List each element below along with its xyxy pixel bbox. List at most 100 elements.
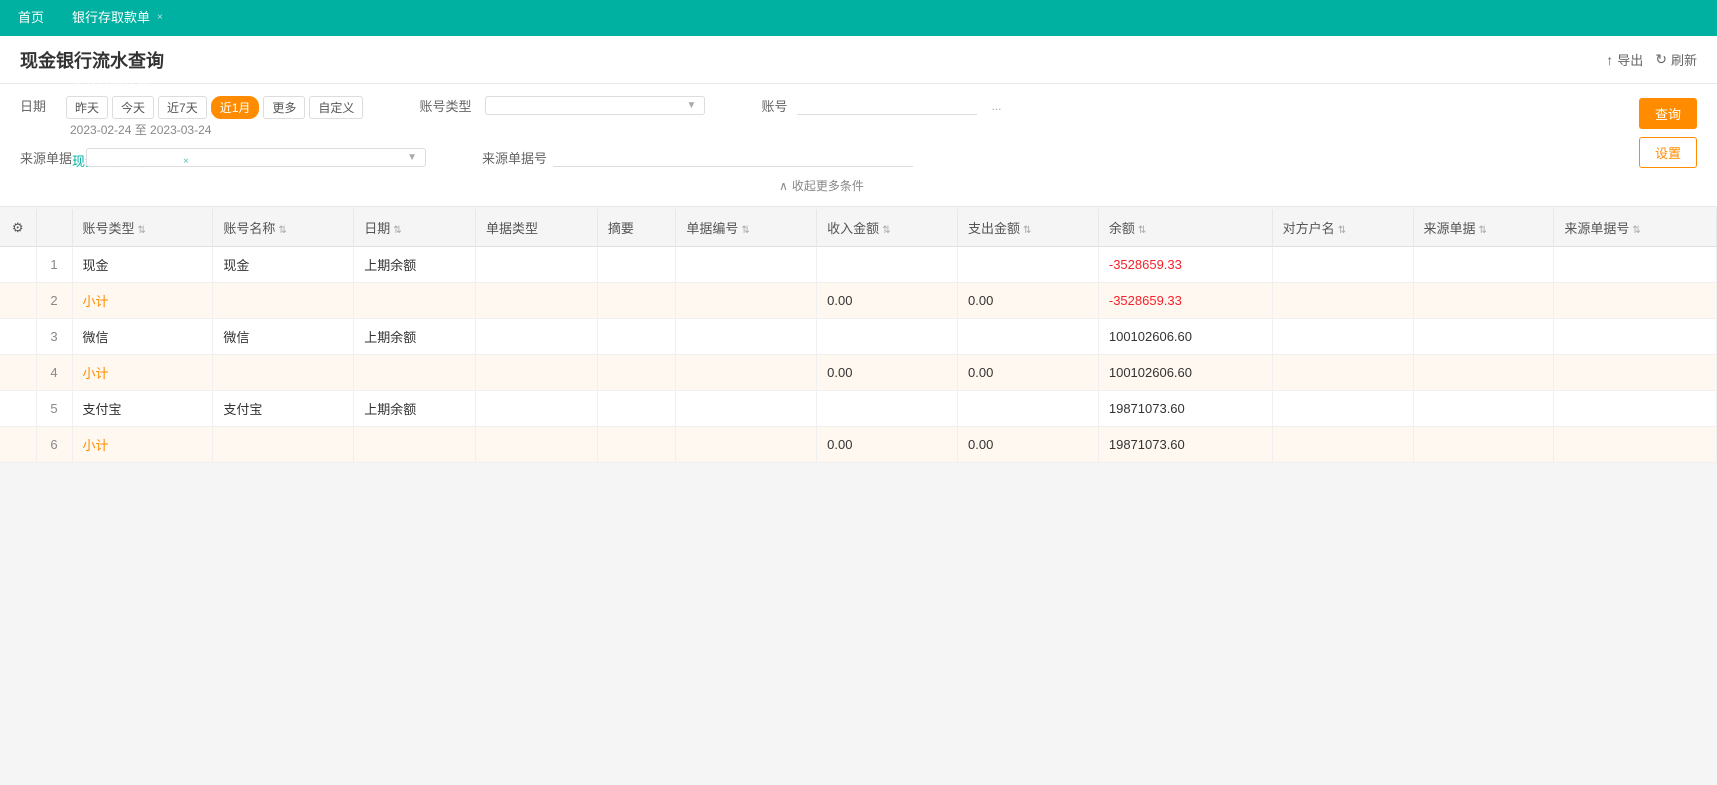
cell-summary	[597, 355, 675, 391]
account-type-select[interactable]: ▼	[485, 96, 705, 115]
header-actions: ↑ 导出 ↻ 刷新	[1606, 50, 1697, 69]
cell-date: 上期余额	[354, 391, 476, 427]
cell-account_type: 支付宝	[72, 391, 213, 427]
close-icon[interactable]: ×	[157, 108, 163, 144]
top-nav: 首页 收款单×付款单×其他收入单×应收应付调整单×银行存取款单×预收冲应收单×收…	[0, 0, 1717, 36]
cell-expense: 0.00	[958, 355, 1099, 391]
cell-date: 上期余额	[354, 247, 476, 283]
cell-gear	[0, 247, 36, 283]
cell-gear	[0, 427, 36, 463]
cell-account_name: 现金	[213, 247, 354, 283]
page-header: 现金银行流水查询 ↑ 导出 ↻ 刷新	[0, 36, 1717, 84]
nav-tab[interactable]: 银行存取款单×	[58, 0, 203, 36]
cell-balance: 19871073.60	[1098, 427, 1272, 463]
cell-doc_no	[676, 283, 817, 319]
account-input[interactable]	[797, 98, 977, 112]
column-header-counterpart[interactable]: 对方户名⇅	[1272, 209, 1413, 247]
export-button[interactable]: ↑ 导出	[1606, 50, 1643, 69]
date-option-button[interactable]: 自定义	[309, 96, 363, 119]
date-option-button[interactable]: 昨天	[66, 96, 108, 119]
cell-doc_no	[676, 355, 817, 391]
account-dots-button[interactable]: ...	[991, 99, 1001, 113]
column-header-source_doc_no[interactable]: 来源单据号⇅	[1554, 209, 1717, 247]
table-row: 5支付宝支付宝上期余额19871073.60	[0, 391, 1717, 427]
column-header-account_name[interactable]: 账号名称⇅	[213, 209, 354, 247]
gear-icon[interactable]: ⚙	[12, 220, 24, 235]
cell-account_name: 支付宝	[213, 391, 354, 427]
column-header-doc_no[interactable]: 单据编号⇅	[676, 209, 817, 247]
column-header-source_doc[interactable]: 来源单据⇅	[1413, 209, 1554, 247]
cell-source_doc_no	[1554, 391, 1717, 427]
cell-idx: 5	[36, 391, 72, 427]
cell-date: 上期余额	[354, 319, 476, 355]
sort-icon: ⇅	[1632, 225, 1640, 236]
column-header-account_type[interactable]: 账号类型⇅	[72, 209, 213, 247]
sort-icon: ⇅	[393, 225, 401, 236]
table-row: 3微信微信上期余额100102606.60	[0, 319, 1717, 355]
cell-income: 0.00	[817, 283, 958, 319]
source-doc-select[interactable]: ▼	[86, 148, 426, 167]
date-options: 昨天今天近7天近1月更多自定义	[66, 96, 363, 119]
column-header-balance[interactable]: 余额⇅	[1098, 209, 1272, 247]
column-header-doc_type: 单据类型	[476, 209, 598, 247]
sort-icon: ⇅	[741, 225, 749, 236]
collapse-bar[interactable]: ∧ 收起更多条件	[20, 177, 1623, 194]
sort-icon: ⇅	[1138, 225, 1146, 236]
account-input-wrapper	[797, 96, 977, 115]
close-icon[interactable]: ×	[157, 72, 163, 108]
table-body: 1现金现金上期余额-3528659.332小计0.000.00-3528659.…	[0, 247, 1717, 463]
cell-expense: 0.00	[958, 427, 1099, 463]
column-header-expense[interactable]: 支出金额⇅	[958, 209, 1099, 247]
refresh-icon: ↻	[1655, 51, 1667, 68]
source-doc-no-input[interactable]	[553, 150, 913, 164]
cell-gear	[0, 355, 36, 391]
query-button[interactable]: 查询	[1639, 98, 1697, 129]
cell-counterpart	[1272, 283, 1413, 319]
account-label: 账号	[761, 96, 791, 115]
date-option-button[interactable]: 更多	[263, 96, 305, 119]
filter-side-buttons: 查询 设置	[1639, 96, 1697, 168]
cell-source_doc_no	[1554, 427, 1717, 463]
column-header-income[interactable]: 收入金额⇅	[817, 209, 958, 247]
cell-account_type: 小计	[72, 427, 213, 463]
date-option-button[interactable]: 今天	[112, 96, 154, 119]
cell-idx: 4	[36, 355, 72, 391]
source-doc-no-input-wrapper	[553, 148, 913, 167]
cell-account_type: 现金	[72, 247, 213, 283]
settings-button[interactable]: 设置	[1639, 137, 1697, 168]
close-icon[interactable]: ×	[157, 0, 163, 36]
cell-doc_type	[476, 247, 598, 283]
account-type-label: 账号类型	[419, 96, 479, 115]
close-icon[interactable]: ×	[183, 144, 189, 180]
data-table: ⚙账号类型⇅账号名称⇅日期⇅单据类型摘要单据编号⇅收入金额⇅支出金额⇅余额⇅对方…	[0, 209, 1717, 463]
cell-income	[817, 319, 958, 355]
cell-idx: 1	[36, 247, 72, 283]
cell-source_doc_no	[1554, 355, 1717, 391]
cell-balance: -3528659.33	[1098, 283, 1272, 319]
cell-expense: 0.00	[958, 283, 1099, 319]
date-option-button[interactable]: 近7天	[158, 96, 207, 119]
cell-doc_no	[676, 427, 817, 463]
sort-icon: ⇅	[278, 225, 286, 236]
cell-gear	[0, 319, 36, 355]
nav-home[interactable]: 首页	[4, 0, 58, 36]
date-option-button[interactable]: 近1月	[211, 96, 260, 119]
cell-income: 0.00	[817, 355, 958, 391]
refresh-button[interactable]: ↻ 刷新	[1655, 50, 1697, 69]
sort-icon: ⇅	[882, 225, 890, 236]
collapse-icon: ∧	[779, 179, 788, 193]
table-row: 6小计0.000.0019871073.60	[0, 427, 1717, 463]
cell-account_name: 微信	[213, 319, 354, 355]
source-doc-label: 来源单据	[20, 148, 80, 167]
cell-account_name	[213, 355, 354, 391]
table-row: 4小计0.000.00100102606.60	[0, 355, 1717, 391]
column-header-date[interactable]: 日期⇅	[354, 209, 476, 247]
cell-gear	[0, 391, 36, 427]
cell-balance: 19871073.60	[1098, 391, 1272, 427]
close-icon[interactable]: ×	[157, 36, 163, 72]
cell-summary	[597, 391, 675, 427]
cell-doc_type	[476, 391, 598, 427]
cell-expense	[958, 391, 1099, 427]
cell-doc_no	[676, 391, 817, 427]
source-doc-arrow: ▼	[407, 152, 417, 163]
